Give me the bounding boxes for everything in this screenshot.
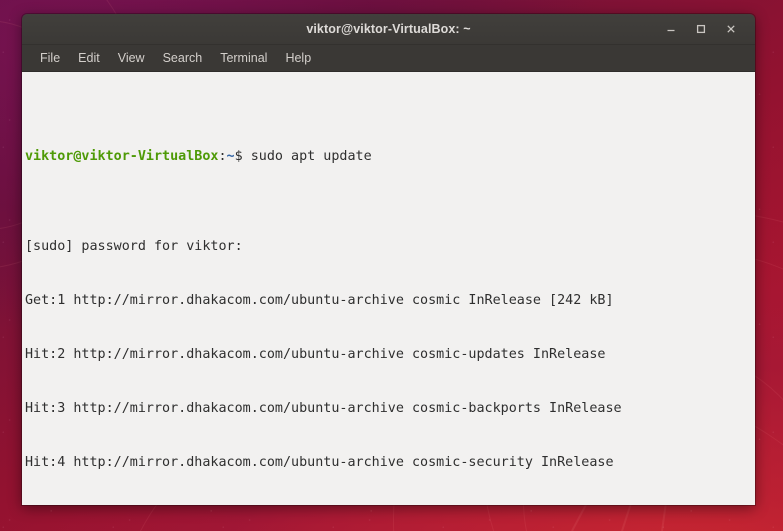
terminal-line: Hit:3 http://mirror.dhakacom.com/ubuntu-… — [25, 401, 622, 416]
minimize-button[interactable] — [658, 18, 684, 40]
close-button[interactable] — [718, 18, 744, 40]
terminal-prompt-line: viktor@viktor-VirtualBox:~$ sudo apt upd… — [25, 148, 755, 166]
terminal-line: Hit:2 http://mirror.dhakacom.com/ubuntu-… — [25, 347, 606, 362]
prompt-path: ~ — [226, 149, 235, 164]
prompt-user-host: viktor@viktor-VirtualBox — [25, 149, 219, 164]
prompt-command: sudo apt update — [250, 149, 372, 164]
prompt-dollar: $ — [234, 149, 251, 164]
menu-item-file[interactable]: File — [31, 48, 69, 68]
prompt-colon: : — [218, 149, 227, 164]
terminal-line: Get:1 http://mirror.dhakacom.com/ubuntu-… — [25, 293, 614, 308]
title-bar[interactable]: viktor@viktor-VirtualBox: ~ — [22, 14, 755, 45]
maximize-button[interactable] — [688, 18, 714, 40]
terminal-line: [sudo] password for viktor: — [25, 239, 243, 254]
menu-item-edit[interactable]: Edit — [69, 48, 109, 68]
terminal-line: Hit:4 http://mirror.dhakacom.com/ubuntu-… — [25, 455, 614, 470]
menu-bar: File Edit View Search Terminal Help — [22, 45, 755, 72]
terminal-window: viktor@viktor-VirtualBox: ~ File Edit Vi… — [22, 14, 755, 505]
terminal-output-area[interactable]: viktor@viktor-VirtualBox:~$ sudo apt upd… — [22, 72, 755, 505]
window-title: viktor@viktor-VirtualBox: ~ — [306, 22, 471, 36]
window-controls — [658, 18, 755, 40]
menu-item-view[interactable]: View — [109, 48, 154, 68]
menu-item-terminal[interactable]: Terminal — [211, 48, 276, 68]
menu-item-search[interactable]: Search — [154, 48, 212, 68]
menu-item-help[interactable]: Help — [276, 48, 320, 68]
